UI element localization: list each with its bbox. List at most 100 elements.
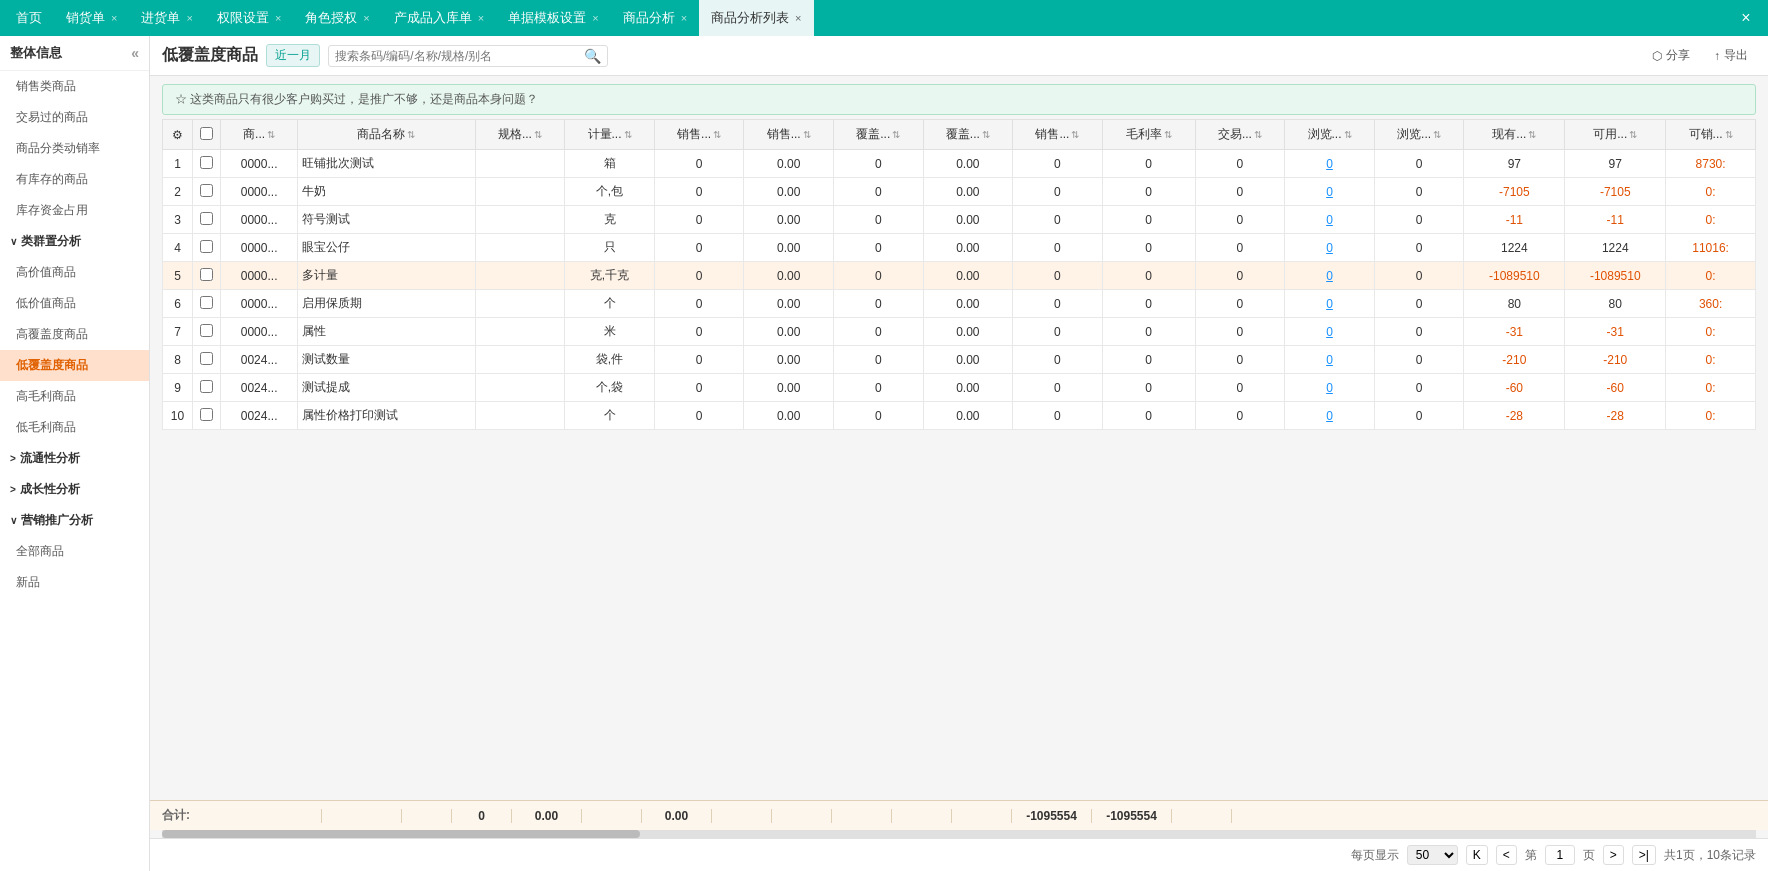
sidebar-item-all-goods[interactable]: 全部商品 [0,536,149,567]
select-all-checkbox[interactable] [200,127,213,140]
col-coverage1[interactable]: 覆盖...⇅ [833,120,923,150]
nav-home[interactable]: 首页 [4,0,54,36]
col-browse1[interactable]: 浏览...⇅ [1285,120,1375,150]
nav-purchase[interactable]: 进货单 × [129,0,204,36]
sidebar-item-stocked-goods[interactable]: 有库存的商品 [0,164,149,195]
sidebar-item-low-margin[interactable]: 低毛利商品 [0,412,149,443]
sidebar-item-low-coverage[interactable]: 低覆盖度商品 [0,350,149,381]
row-saleable: 360: [1666,290,1756,318]
search-input[interactable] [335,49,584,63]
col-sales-amt[interactable]: 销售...⇅ [744,120,834,150]
row-checkbox[interactable] [193,178,221,206]
col-browse2[interactable]: 浏览...⇅ [1374,120,1464,150]
col-name[interactable]: 商品名称⇅ [298,120,475,150]
nav-purchase-close[interactable]: × [186,12,192,24]
col-sales-qty[interactable]: 销售...⇅ [654,120,744,150]
share-btn[interactable]: ⬡ 分享 [1644,44,1698,67]
row-sales-qty: 0 [654,178,744,206]
sidebar-item-new-goods[interactable]: 新品 [0,567,149,598]
col-checkbox[interactable] [193,120,221,150]
nav-sales-close[interactable]: × [111,12,117,24]
nav-roles[interactable]: 角色授权 × [293,0,381,36]
nav-template-close[interactable]: × [592,12,598,24]
sidebar-collapse-btn[interactable]: « [131,45,139,61]
row-sales-day: 0 [1013,374,1103,402]
col-settings[interactable]: ⚙ [163,120,193,150]
nav-analysis-close[interactable]: × [681,12,687,24]
row-browse1[interactable]: 0 [1285,402,1375,430]
sidebar-item-sales-goods[interactable]: 销售类商品 [0,71,149,102]
row-browse2: 0 [1374,178,1464,206]
row-checkbox[interactable] [193,262,221,290]
sidebar-item-traded-goods[interactable]: 交易过的商品 [0,102,149,133]
page-size-select[interactable]: 50 20 100 200 [1407,845,1458,865]
row-checkbox[interactable] [193,402,221,430]
export-btn[interactable]: ↑ 导出 [1706,44,1756,67]
next-page-btn[interactable]: > [1603,845,1624,865]
col-unit[interactable]: 计量...⇅ [565,120,655,150]
row-browse1[interactable]: 0 [1285,346,1375,374]
sidebar-section-category[interactable]: ∨ 类群置分析 [0,226,149,257]
row-code: 0000... [221,290,298,318]
footer-current: -1095554 [1012,809,1092,823]
col-coverage2[interactable]: 覆盖...⇅ [923,120,1013,150]
row-checkbox[interactable] [193,234,221,262]
row-code: 0000... [221,206,298,234]
row-browse1[interactable]: 0 [1285,234,1375,262]
sidebar-item-stock-capital[interactable]: 库存资金占用 [0,195,149,226]
sidebar-item-high-value[interactable]: 高价值商品 [0,257,149,288]
nav-template[interactable]: 单据模板设置 × [496,0,610,36]
nav-roles-close[interactable]: × [363,12,369,24]
nav-permissions-close[interactable]: × [275,12,281,24]
row-browse1[interactable]: 0 [1285,318,1375,346]
row-name: 启用保质期 [298,290,475,318]
sidebar-item-low-value[interactable]: 低价值商品 [0,288,149,319]
sidebar-item-category-turnover[interactable]: 商品分类动销率 [0,133,149,164]
prev-page-btn[interactable]: < [1496,845,1517,865]
row-checkbox[interactable] [193,206,221,234]
row-checkbox[interactable] [193,318,221,346]
col-current-stock[interactable]: 现有...⇅ [1464,120,1565,150]
last-page-btn[interactable]: >| [1632,845,1656,865]
col-gross-rate[interactable]: 毛利率⇅ [1102,120,1195,150]
nav-production[interactable]: 产成品入库单 × [382,0,496,36]
sidebar-item-high-coverage[interactable]: 高覆盖度商品 [0,319,149,350]
sidebar-item-high-margin[interactable]: 高毛利商品 [0,381,149,412]
row-cov2: 0.00 [923,234,1013,262]
col-spec[interactable]: 规格...⇅ [475,120,565,150]
nav-permissions[interactable]: 权限设置 × [205,0,293,36]
window-close-button[interactable]: × [1728,0,1764,36]
col-saleable[interactable]: 可销...⇅ [1666,120,1756,150]
nav-analysis[interactable]: 商品分析 × [611,0,699,36]
nav-production-close[interactable]: × [478,12,484,24]
col-code[interactable]: 商...⇅ [221,120,298,150]
nav-analysis-list[interactable]: 商品分析列表 × [699,0,813,36]
row-browse1[interactable]: 0 [1285,374,1375,402]
row-browse1[interactable]: 0 [1285,178,1375,206]
row-browse1[interactable]: 0 [1285,150,1375,178]
row-checkbox[interactable] [193,346,221,374]
col-trade[interactable]: 交易...⇅ [1195,120,1285,150]
search-icon[interactable]: 🔍 [584,48,601,64]
col-sales-day[interactable]: 销售...⇅ [1013,120,1103,150]
row-sales-day: 0 [1013,234,1103,262]
first-page-btn[interactable]: K [1466,845,1488,865]
sidebar-section-growth[interactable]: > 成长性分析 [0,474,149,505]
table-container[interactable]: ⚙ 商...⇅ 商品名称⇅ 规格...⇅ 计量...⇅ 销售...⇅ 销售...… [150,119,1768,800]
nav-analysis-list-close[interactable]: × [795,12,801,24]
row-browse1[interactable]: 0 [1285,206,1375,234]
row-checkbox[interactable] [193,374,221,402]
page-number-input[interactable] [1545,845,1575,865]
page-word: 页 [1583,847,1595,864]
sidebar-section-flow[interactable]: > 流通性分析 [0,443,149,474]
row-browse1[interactable]: 0 [1285,290,1375,318]
col-available-stock[interactable]: 可用...⇅ [1565,120,1666,150]
row-sales-day: 0 [1013,178,1103,206]
nav-sales[interactable]: 销货单 × [54,0,129,36]
row-checkbox[interactable] [193,150,221,178]
row-browse1[interactable]: 0 [1285,262,1375,290]
row-available-stock: -210 [1565,346,1666,374]
sidebar-section-marketing[interactable]: ∨ 营销推广分析 [0,505,149,536]
filter-recent-month-btn[interactable]: 近一月 [266,44,320,67]
row-checkbox[interactable] [193,290,221,318]
